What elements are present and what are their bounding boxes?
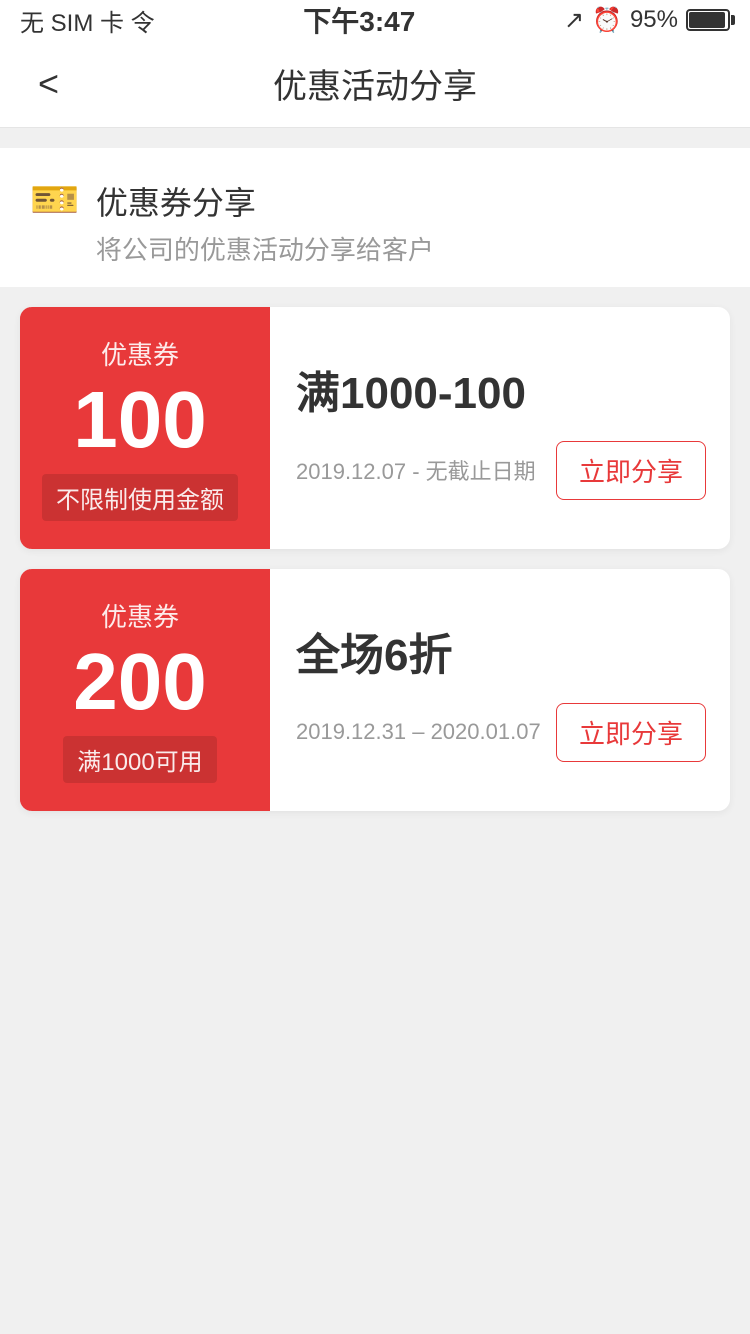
coupon-card-2: 优惠券 200 满1000可用 全场6折 2019.12.31 – 2020.0…: [20, 569, 730, 811]
coupon-list: 优惠券 100 不限制使用金额 满1000-100 2019.12.07 - 无…: [0, 287, 750, 831]
page-title: 优惠活动分享: [273, 59, 477, 108]
location-icon: ↗: [564, 6, 584, 35]
status-time: 下午3:47: [303, 0, 415, 40]
coupon-label-1: 优惠券: [101, 335, 179, 372]
coupon-label-2: 优惠券: [101, 597, 179, 634]
nav-bar: < 优惠活动分享: [0, 40, 750, 128]
coupon-left-2: 优惠券 200 满1000可用: [20, 569, 260, 811]
coupon-left-1: 优惠券 100 不限制使用金额: [20, 307, 260, 549]
section-info: 优惠券分享 将公司的优惠活动分享给客户: [96, 178, 434, 267]
battery-icon: [686, 9, 730, 31]
section-title: 优惠券分享: [96, 178, 434, 224]
section-header: 🎫 优惠券分享 将公司的优惠活动分享给客户: [0, 148, 750, 287]
share-button-2[interactable]: 立即分享: [556, 703, 706, 762]
status-bar: 无 SIM 卡 令 下午3:47 ↗ ⏰ 95%: [0, 0, 750, 40]
sim-status: 无 SIM 卡 令: [20, 3, 155, 38]
coupon-date-2: 2019.12.31 – 2020.01.07: [296, 719, 556, 745]
coupon-card-1: 优惠券 100 不限制使用金额 满1000-100 2019.12.07 - 无…: [20, 307, 730, 549]
coupon-amount-1: 100: [73, 380, 206, 460]
share-button-1[interactable]: 立即分享: [556, 441, 706, 500]
coupon-icon: 🎫: [30, 180, 80, 220]
coupon-bottom-1: 2019.12.07 - 无截止日期 立即分享: [296, 441, 706, 500]
coupon-right-2: 全场6折 2019.12.31 – 2020.01.07 立即分享: [260, 569, 730, 811]
coupon-amount-2: 200: [73, 642, 206, 722]
coupon-date-1: 2019.12.07 - 无截止日期: [296, 454, 556, 486]
gray-background: [0, 831, 750, 1331]
battery-percent: 95%: [630, 6, 678, 34]
coupon-condition-2: 满1000可用: [63, 736, 216, 783]
coupon-right-1: 满1000-100 2019.12.07 - 无截止日期 立即分享: [260, 307, 730, 549]
coupon-condition-1: 不限制使用金额: [42, 474, 238, 521]
coupon-bottom-2: 2019.12.31 – 2020.01.07 立即分享: [296, 703, 706, 762]
status-right: ↗ ⏰ 95%: [564, 6, 730, 35]
back-button[interactable]: <: [28, 53, 69, 115]
status-left: 无 SIM 卡 令: [20, 3, 155, 38]
coupon-name-2: 全场6折: [296, 619, 706, 683]
section-subtitle: 将公司的优惠活动分享给客户: [96, 230, 434, 267]
alarm-icon: ⏰: [592, 6, 622, 35]
coupon-name-1: 满1000-100: [296, 357, 706, 421]
